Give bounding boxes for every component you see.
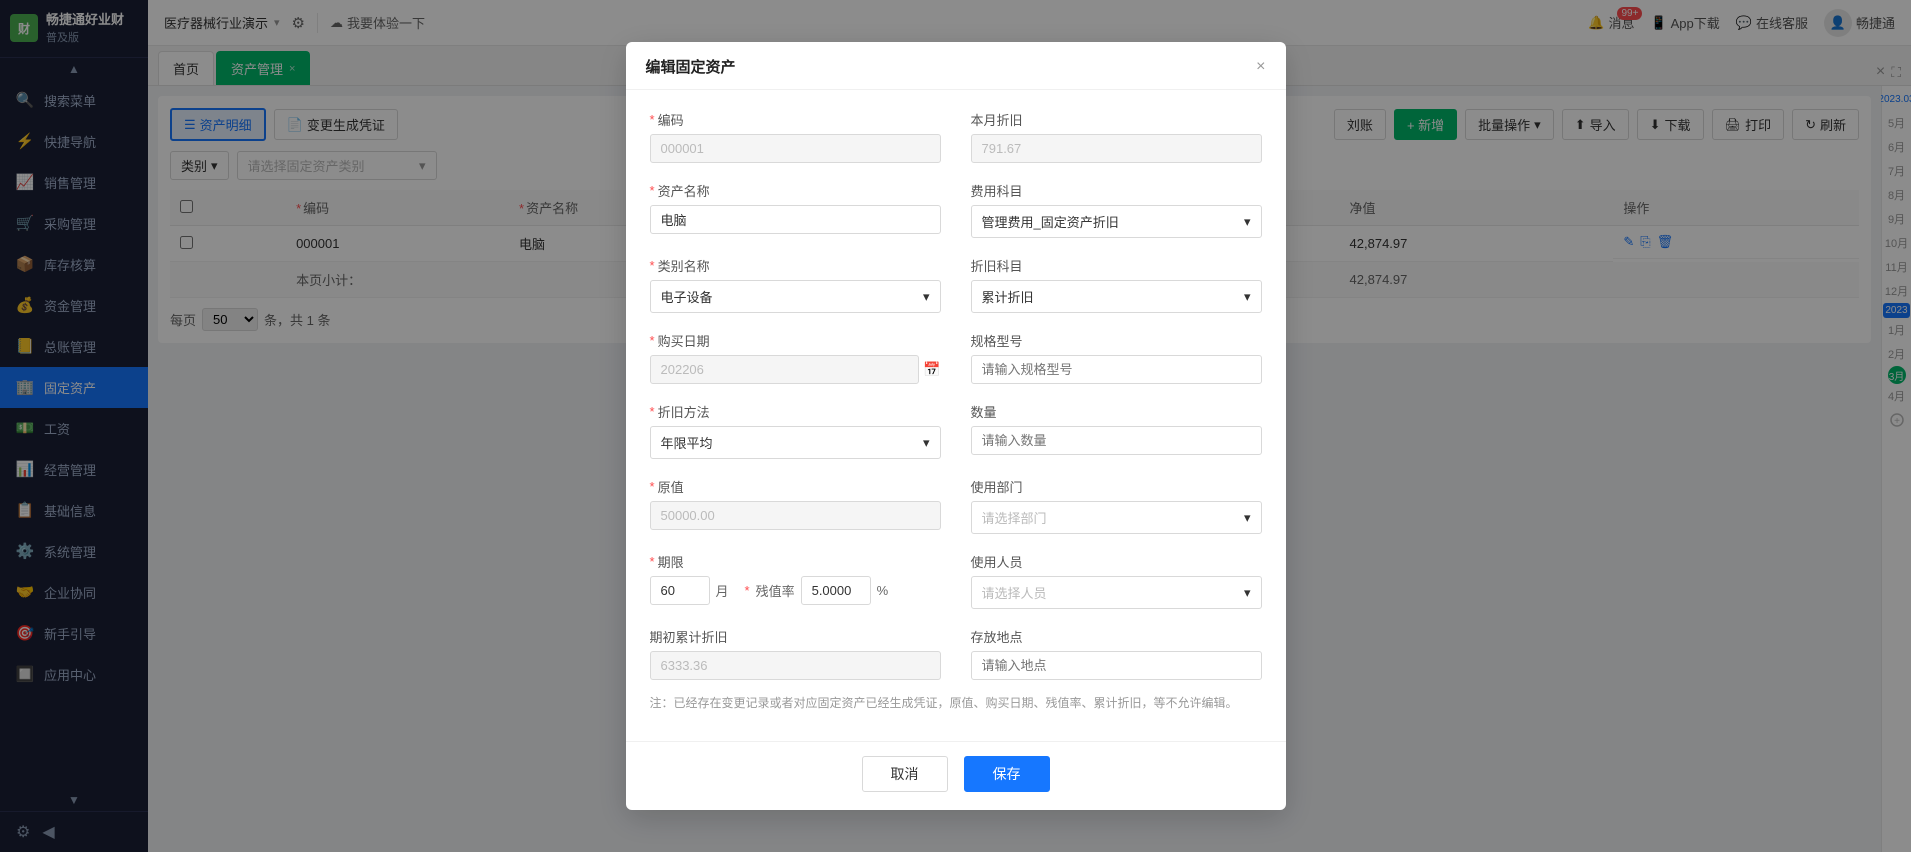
calendar-icon[interactable]: 📅 (923, 361, 940, 378)
field-location: 存放地点 (971, 627, 1262, 680)
modal-note: 注：已经存在变更记录或者对应固定资产已经生成凭证，原值、购买日期、残值率、累计折… (650, 694, 1262, 711)
field-code: *编码 (650, 110, 941, 163)
depr-method-select[interactable]: 年限平均 ▾ (650, 426, 941, 459)
field-category: *类别名称 电子设备 ▾ (650, 256, 941, 313)
expense-subject-select[interactable]: 管理费用_固定资产折旧 ▾ (971, 205, 1262, 238)
chevron-down-icon: ▾ (923, 435, 930, 451)
field-original-value: *原值 (650, 477, 941, 534)
chevron-down-icon: ▾ (1244, 585, 1251, 601)
modal-overlay[interactable]: 编辑固定资产 × *编码 本月折旧 *资产名称 (0, 0, 1911, 852)
save-button[interactable]: 保存 (964, 756, 1050, 792)
field-department: 使用部门 请选择部门 ▾ (971, 477, 1262, 534)
modal-title: 编辑固定资产 (646, 56, 736, 77)
field-quantity: 数量 (971, 402, 1262, 459)
field-asset-name: *资产名称 (650, 181, 941, 238)
field-person: 使用人员 请选择人员 ▾ (971, 552, 1262, 609)
period-input[interactable] (650, 576, 710, 605)
original-value-input[interactable] (650, 501, 941, 530)
modal-header: 编辑固定资产 × (626, 42, 1286, 90)
edit-asset-modal: 编辑固定资产 × *编码 本月折旧 *资产名称 (626, 42, 1286, 810)
modal-footer: 取消 保存 (626, 741, 1286, 810)
category-select[interactable]: 电子设备 ▾ (650, 280, 941, 313)
code-input[interactable] (650, 134, 941, 163)
monthly-depr-input[interactable] (971, 134, 1262, 163)
cancel-button[interactable]: 取消 (862, 756, 948, 792)
field-spec: 规格型号 (971, 331, 1262, 384)
chevron-down-icon: ▾ (923, 289, 930, 305)
field-expense-subject: 费用科目 管理费用_固定资产折旧 ▾ (971, 181, 1262, 238)
modal-body: *编码 本月折旧 *资产名称 费用科目 管理费用_固定资产折旧 (626, 90, 1286, 741)
quantity-input[interactable] (971, 426, 1262, 455)
department-select[interactable]: 请选择部门 ▾ (971, 501, 1262, 534)
chevron-down-icon: ▾ (1244, 289, 1251, 305)
field-depr-subject: 折旧科目 累计折旧 ▾ (971, 256, 1262, 313)
field-init-accum-depr: 期初累计折旧 (650, 627, 941, 680)
field-purchase-date: *购买日期 📅 (650, 331, 941, 384)
chevron-down-icon: ▾ (1244, 510, 1251, 526)
field-period: *期限 月 * 残值率 % (650, 552, 941, 609)
init-accum-depr-input[interactable] (650, 651, 941, 680)
period-row: 月 * 残值率 % (650, 576, 941, 605)
location-input[interactable] (971, 651, 1262, 680)
residual-rate-unit: % (877, 583, 889, 598)
purchase-date-wrapper: 📅 (650, 355, 941, 384)
spec-input[interactable] (971, 355, 1262, 384)
purchase-date-input[interactable] (650, 355, 920, 384)
modal-close-btn[interactable]: × (1256, 58, 1265, 76)
residual-rate-label: 残值率 (756, 581, 795, 600)
field-monthly-depr: 本月折旧 (971, 110, 1262, 163)
residual-rate-input[interactable] (801, 576, 871, 605)
person-select[interactable]: 请选择人员 ▾ (971, 576, 1262, 609)
depr-subject-select[interactable]: 累计折旧 ▾ (971, 280, 1262, 313)
period-unit: 月 (716, 581, 729, 600)
field-depr-method: *折旧方法 年限平均 ▾ (650, 402, 941, 459)
chevron-down-icon: ▾ (1244, 214, 1251, 230)
asset-name-input[interactable] (650, 205, 941, 234)
modal-grid: *编码 本月折旧 *资产名称 费用科目 管理费用_固定资产折旧 (650, 110, 1262, 680)
